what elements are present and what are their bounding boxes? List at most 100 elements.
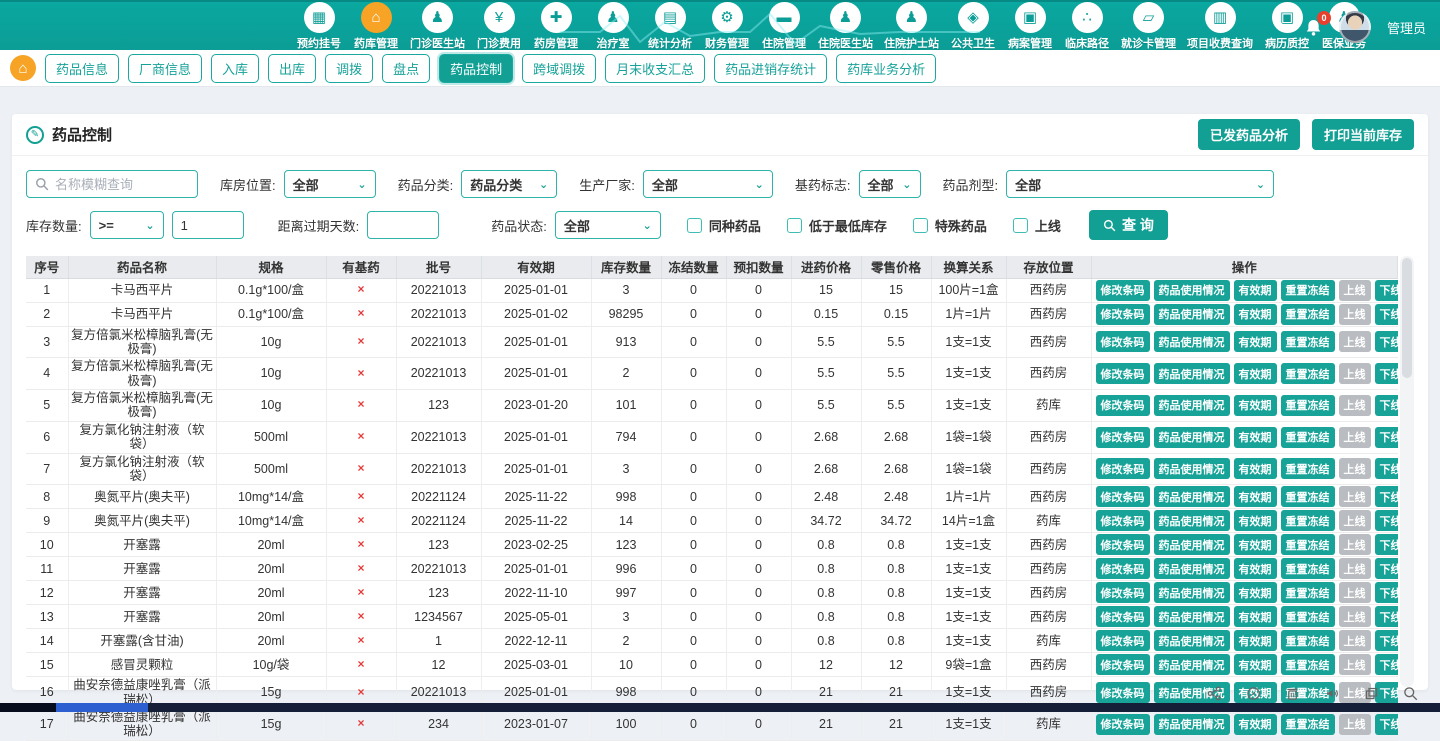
drug-usage-button[interactable]: 药品使用情况 xyxy=(1154,363,1230,384)
edit-barcode-button[interactable]: 修改条码 xyxy=(1096,486,1150,507)
edit-barcode-button[interactable]: 修改条码 xyxy=(1096,280,1150,301)
edit-barcode-button[interactable]: 修改条码 xyxy=(1096,606,1150,627)
edit-barcode-button[interactable]: 修改条码 xyxy=(1096,714,1150,735)
toolbar-button-drug-info[interactable]: 药品信息 xyxy=(45,54,119,83)
offline-button[interactable]: 下线 xyxy=(1375,280,1398,301)
user-avatar[interactable] xyxy=(1339,11,1371,43)
drug-usage-button[interactable]: 药品使用情况 xyxy=(1154,304,1230,325)
online-button[interactable]: 上线 xyxy=(1339,304,1371,325)
reset-freeze-button[interactable]: 重置冻结 xyxy=(1281,606,1335,627)
edit-barcode-button[interactable]: 修改条码 xyxy=(1096,582,1150,603)
edit-barcode-button[interactable]: 修改条码 xyxy=(1096,458,1150,479)
expiry-button[interactable]: 有效期 xyxy=(1234,331,1277,352)
reset-freeze-button[interactable]: 重置冻结 xyxy=(1281,654,1335,675)
nav-item-fee-query[interactable]: ▥项目收费查询 xyxy=(1187,2,1253,51)
toolbar-button-transfer[interactable]: 调拨 xyxy=(325,54,373,83)
online-button[interactable]: 上线 xyxy=(1339,486,1371,507)
drug-usage-button[interactable]: 药品使用情况 xyxy=(1154,486,1230,507)
offline-button[interactable]: 下线 xyxy=(1375,606,1398,627)
edit-barcode-button[interactable]: 修改条码 xyxy=(1096,534,1150,555)
online-button[interactable]: 上线 xyxy=(1339,534,1371,555)
online-button[interactable]: 上线 xyxy=(1339,280,1371,301)
offline-button[interactable]: 下线 xyxy=(1375,304,1398,325)
online-button[interactable]: 上线 xyxy=(1339,427,1371,448)
offline-button[interactable]: 下线 xyxy=(1375,510,1398,531)
checkbox-below-min-stock[interactable]: 低于最低库存 xyxy=(787,216,887,235)
reset-freeze-button[interactable]: 重置冻结 xyxy=(1281,331,1335,352)
reset-freeze-button[interactable]: 重置冻结 xyxy=(1281,714,1335,735)
reset-freeze-button[interactable]: 重置冻结 xyxy=(1281,558,1335,579)
drug-usage-button[interactable]: 药品使用情况 xyxy=(1154,630,1230,651)
edit-barcode-button[interactable]: 修改条码 xyxy=(1096,630,1150,651)
online-button[interactable]: 上线 xyxy=(1339,458,1371,479)
dispensed-analysis-button[interactable]: 已发药品分析 xyxy=(1198,119,1300,150)
online-button[interactable]: 上线 xyxy=(1339,558,1371,579)
scrollbar-thumb[interactable] xyxy=(1402,258,1412,378)
reset-freeze-button[interactable]: 重置冻结 xyxy=(1281,427,1335,448)
manufacturer-select[interactable]: 全部⌄ xyxy=(643,170,773,198)
name-search-input[interactable] xyxy=(26,170,198,198)
offline-button[interactable]: 下线 xyxy=(1375,714,1398,735)
drug-usage-button[interactable]: 药品使用情况 xyxy=(1154,510,1230,531)
windows-icon[interactable] xyxy=(1364,686,1379,701)
nav-item-statistics[interactable]: ▤统计分析 xyxy=(647,2,693,51)
offline-button[interactable]: 下线 xyxy=(1375,486,1398,507)
offline-button[interactable]: 下线 xyxy=(1375,534,1398,555)
offline-button[interactable]: 下线 xyxy=(1375,458,1398,479)
drug-usage-button[interactable]: 药品使用情况 xyxy=(1154,582,1230,603)
edit-barcode-button[interactable]: 修改条码 xyxy=(1096,363,1150,384)
nav-item-inpatient-doctor[interactable]: ♟住院医生站 xyxy=(818,2,873,51)
drug-usage-button[interactable]: 药品使用情况 xyxy=(1154,606,1230,627)
drug-category-select[interactable]: 药品分类⌄ xyxy=(461,170,557,198)
online-button[interactable]: 上线 xyxy=(1339,606,1371,627)
toolbar-button-month-summary[interactable]: 月末收支汇总 xyxy=(605,54,705,83)
nav-item-clinical-pathway[interactable]: ∴临床路径 xyxy=(1064,2,1110,51)
edit-barcode-button[interactable]: 修改条码 xyxy=(1096,682,1150,703)
reset-freeze-button[interactable]: 重置冻结 xyxy=(1281,486,1335,507)
stock-qty-input[interactable] xyxy=(172,211,244,239)
toolbar-button-warehouse-analysis[interactable]: 药库业务分析 xyxy=(836,54,936,83)
toolbar-button-vendor-info[interactable]: 厂商信息 xyxy=(128,54,202,83)
expiry-button[interactable]: 有效期 xyxy=(1234,427,1277,448)
offline-button[interactable]: 下线 xyxy=(1375,654,1398,675)
expiry-button[interactable]: 有效期 xyxy=(1234,714,1277,735)
drug-usage-button[interactable]: 药品使用情况 xyxy=(1154,427,1230,448)
reset-freeze-button[interactable]: 重置冻结 xyxy=(1281,304,1335,325)
reset-freeze-button[interactable]: 重置冻结 xyxy=(1281,363,1335,384)
nav-item-pharmacy-warehouse[interactable]: ⌂药库管理 xyxy=(353,2,399,51)
expiry-button[interactable]: 有效期 xyxy=(1234,395,1277,416)
toolbar-button-stock-in[interactable]: 入库 xyxy=(211,54,259,83)
expiry-days-input[interactable] xyxy=(367,211,439,239)
reset-freeze-button[interactable]: 重置冻结 xyxy=(1281,582,1335,603)
nav-item-inpatient-nurse[interactable]: ♟住院护士站 xyxy=(884,2,939,51)
search-icon[interactable] xyxy=(1403,686,1418,701)
expiry-button[interactable]: 有效期 xyxy=(1234,654,1277,675)
checkbox-same-drug[interactable]: 同种药品 xyxy=(687,216,761,235)
expiry-button[interactable]: 有效期 xyxy=(1234,363,1277,384)
edit-barcode-button[interactable]: 修改条码 xyxy=(1096,395,1150,416)
nav-item-outpatient-doctor[interactable]: ♟门诊医生站 xyxy=(410,2,465,51)
drug-usage-button[interactable]: 药品使用情况 xyxy=(1154,534,1230,555)
nav-item-visit-card[interactable]: ▱就诊卡管理 xyxy=(1121,2,1176,51)
offline-button[interactable]: 下线 xyxy=(1375,395,1398,416)
offline-button[interactable]: 下线 xyxy=(1375,582,1398,603)
online-button[interactable]: 上线 xyxy=(1339,510,1371,531)
print-stock-button[interactable]: 打印当前库存 xyxy=(1312,119,1414,150)
volume-icon[interactable] xyxy=(1324,686,1340,701)
nav-item-treatment-room[interactable]: ♟治疗室 xyxy=(590,2,636,51)
drug-usage-button[interactable]: 药品使用情况 xyxy=(1154,331,1230,352)
expiry-button[interactable]: 有效期 xyxy=(1234,486,1277,507)
os-taskbar[interactable] xyxy=(0,703,1440,712)
edit-barcode-button[interactable]: 修改条码 xyxy=(1096,558,1150,579)
expiry-button[interactable]: 有效期 xyxy=(1234,280,1277,301)
notifications-bell[interactable]: 0 xyxy=(1304,18,1323,37)
expiry-button[interactable]: 有效期 xyxy=(1234,582,1277,603)
table-scrollbar[interactable] xyxy=(1400,256,1414,687)
toolbar-button-stock-out[interactable]: 出库 xyxy=(268,54,316,83)
expiry-button[interactable]: 有效期 xyxy=(1234,606,1277,627)
basemed-flag-select[interactable]: 全部⌄ xyxy=(859,170,921,198)
nav-item-inpatient-mgmt[interactable]: ▬住院管理 xyxy=(761,2,807,51)
drug-usage-button[interactable]: 药品使用情况 xyxy=(1154,714,1230,735)
drug-usage-button[interactable]: 药品使用情况 xyxy=(1154,395,1230,416)
expiry-button[interactable]: 有效期 xyxy=(1234,630,1277,651)
